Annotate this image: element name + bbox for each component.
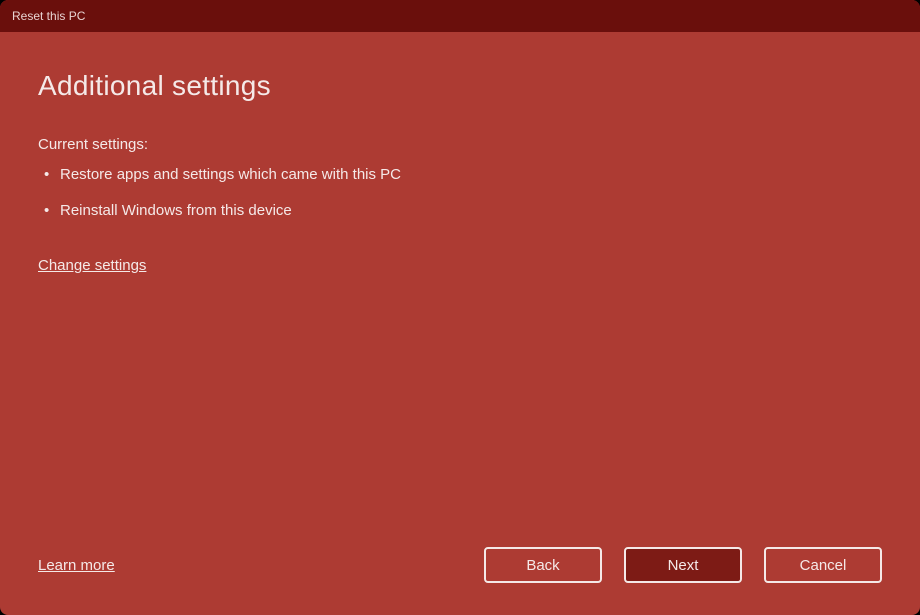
- current-settings-label: Current settings:: [38, 136, 882, 153]
- page-heading: Additional settings: [38, 70, 882, 102]
- titlebar: Reset this PC: [0, 0, 920, 32]
- list-item: Reinstall Windows from this device: [38, 199, 882, 223]
- change-settings-link[interactable]: Change settings: [38, 257, 146, 274]
- back-button[interactable]: Back: [484, 547, 602, 583]
- footer-left: Learn more: [38, 557, 115, 574]
- cancel-button[interactable]: Cancel: [764, 547, 882, 583]
- dialog-footer: Learn more Back Next Cancel: [0, 547, 920, 615]
- list-item: Restore apps and settings which came wit…: [38, 163, 882, 187]
- learn-more-link[interactable]: Learn more: [38, 557, 115, 574]
- window-title: Reset this PC: [12, 9, 85, 23]
- footer-right: Back Next Cancel: [484, 547, 882, 583]
- next-button[interactable]: Next: [624, 547, 742, 583]
- dialog-content: Additional settings Current settings: Re…: [0, 32, 920, 547]
- settings-list: Restore apps and settings which came wit…: [38, 163, 882, 235]
- reset-pc-dialog: Reset this PC Additional settings Curren…: [0, 0, 920, 615]
